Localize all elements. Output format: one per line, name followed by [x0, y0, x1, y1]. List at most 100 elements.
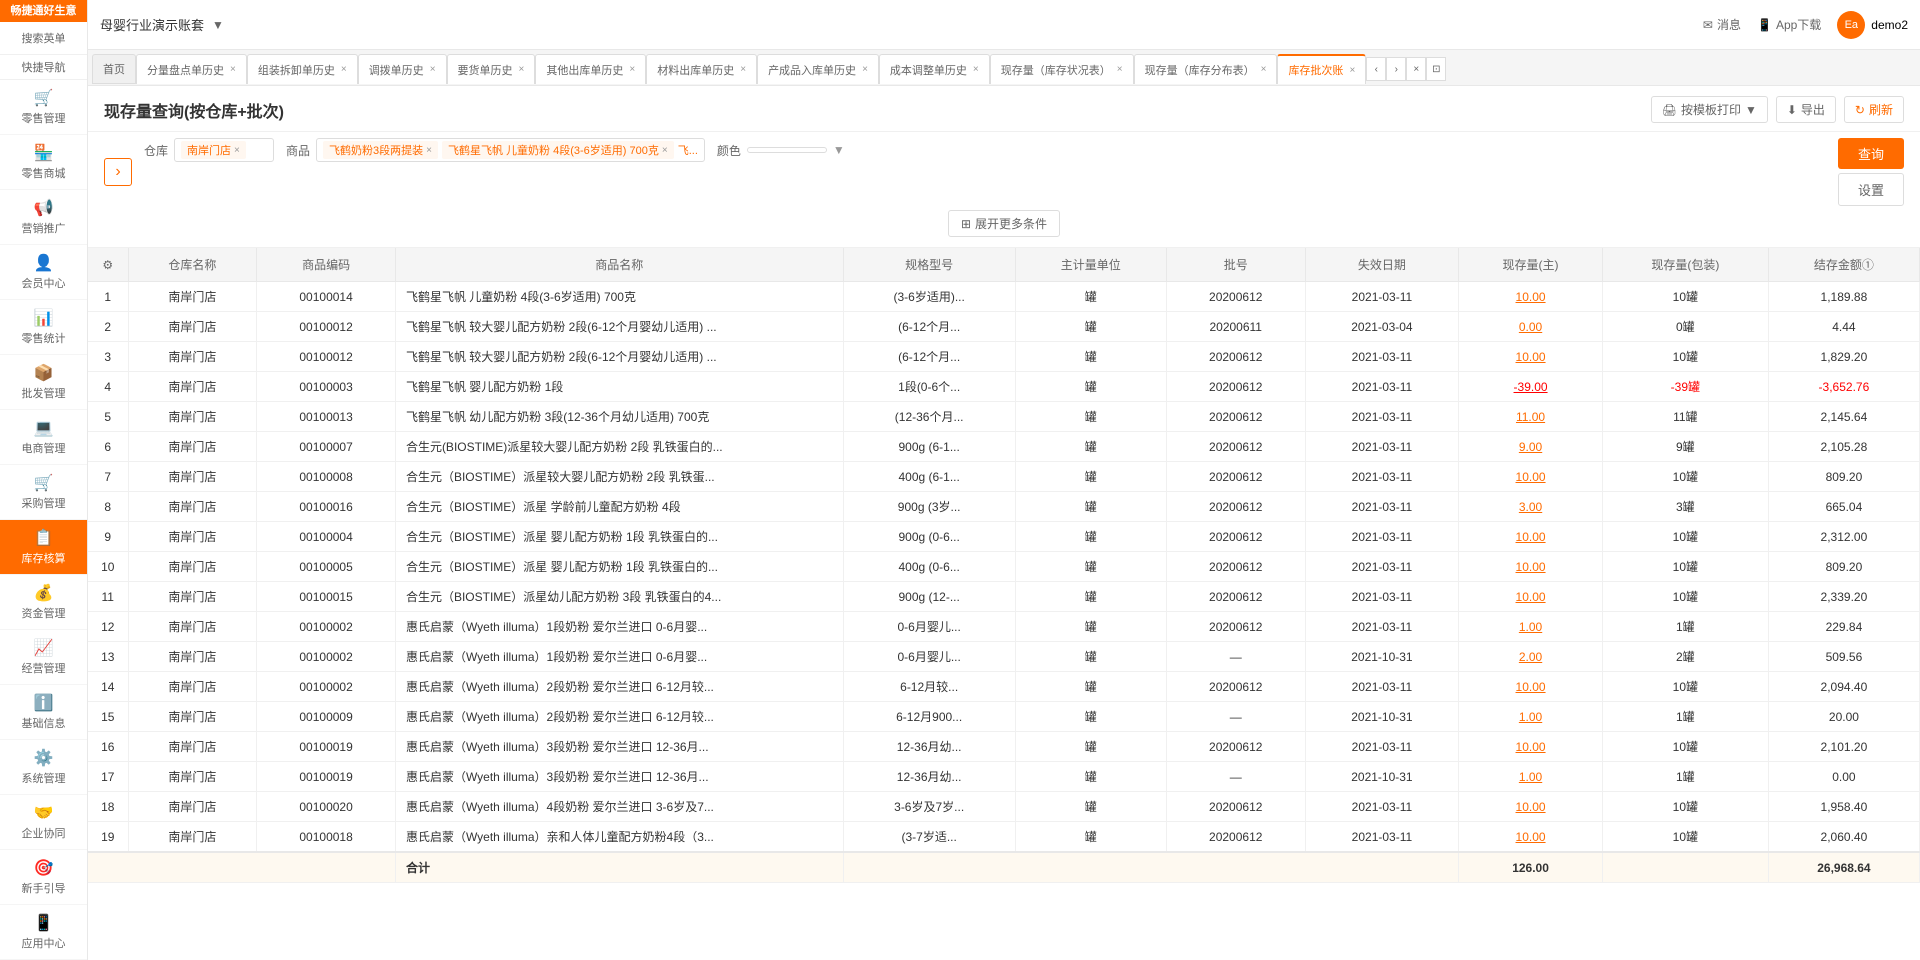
td-warehouse: 南岸门店 [128, 822, 257, 853]
footer-label: 合计 [395, 852, 843, 883]
sidebar-item-企业协同[interactable]: 🤝企业协同 [0, 795, 87, 850]
print-button[interactable]: 🖨 按模板打印 ▼ [1651, 96, 1768, 123]
tab-close-10[interactable]: × [1261, 64, 1267, 75]
sidebar-item-应用中心[interactable]: 📱应用中心 [0, 905, 87, 960]
tab-close-8[interactable]: × [973, 64, 979, 75]
tab-close-all[interactable]: × [1406, 57, 1426, 81]
td-idx: 8 [88, 492, 128, 522]
tab-7[interactable]: 产成品入库单历史× [757, 54, 879, 84]
td-expire: 2021-03-11 [1305, 612, 1459, 642]
td-qty-main[interactable]: 10.00 [1459, 282, 1603, 312]
tab-nav-right[interactable]: › [1386, 57, 1406, 81]
td-qty-main[interactable]: 9.00 [1459, 432, 1603, 462]
message-button[interactable]: ✉消息 [1703, 16, 1741, 33]
td-unit: 罐 [1015, 582, 1166, 612]
td-qty-main[interactable]: -39.00 [1459, 372, 1603, 402]
setting-button[interactable]: 设置 [1838, 173, 1904, 206]
sidebar-item-会员中心[interactable]: 👤会员中心 [0, 245, 87, 300]
tab-expand[interactable]: ⊡ [1426, 57, 1446, 81]
expand-more-button[interactable]: ⊞ 展开更多条件 [948, 210, 1060, 237]
warehouse-tags[interactable]: 南岸门店 × [174, 138, 274, 162]
app-download-button[interactable]: 📱App下载 [1757, 16, 1821, 33]
filter-expand-btn[interactable]: › [104, 158, 132, 186]
sidebar-item-新手引导[interactable]: 🎯新手引导 [0, 850, 87, 905]
tab-nav-left[interactable]: ‹ [1366, 57, 1386, 81]
tab-4[interactable]: 要货单历史× [447, 54, 536, 84]
td-code: 00100019 [257, 732, 396, 762]
tab-5[interactable]: 其他出库单历史× [535, 54, 646, 84]
td-amount: 809.20 [1768, 552, 1919, 582]
td-spec: 900g (12-... [843, 582, 1015, 612]
tab-10[interactable]: 现存量（库存分布表）× [1134, 54, 1278, 84]
color-tags[interactable] [747, 147, 827, 153]
sidebar-item-电商管理[interactable]: 💻电商管理 [0, 410, 87, 465]
product-tags-container[interactable]: 飞鹤奶粉3段两提装 × 飞鹤星飞帆 儿童奶粉 4段(3-6岁适用) 700克 ×… [316, 138, 705, 162]
product-tag-more[interactable]: 飞... [678, 142, 698, 158]
td-amount: 2,339.20 [1768, 582, 1919, 612]
sidebar-item-经营管理[interactable]: 📈经营管理 [0, 630, 87, 685]
tab-3[interactable]: 调拨单历史× [358, 54, 447, 84]
td-qty-main[interactable]: 10.00 [1459, 342, 1603, 372]
td-qty-main[interactable]: 10.00 [1459, 522, 1603, 552]
td-warehouse: 南岸门店 [128, 642, 257, 672]
tab-close-1[interactable]: × [230, 64, 236, 75]
td-qty-main[interactable]: 0.00 [1459, 312, 1603, 342]
td-qty-main[interactable]: 11.00 [1459, 402, 1603, 432]
sidebar-item-营销推广[interactable]: 📢营销推广 [0, 190, 87, 245]
td-idx: 13 [88, 642, 128, 672]
td-qty-main[interactable]: 10.00 [1459, 822, 1603, 853]
tab-2[interactable]: 组装拆卸单历史× [247, 54, 358, 84]
sidebar-icon-2: 📢 [34, 198, 54, 218]
topbar-dropdown[interactable]: ▼ [212, 18, 224, 32]
td-qty-main[interactable]: 3.00 [1459, 492, 1603, 522]
tab-11[interactable]: 库存批次账× [1277, 54, 1366, 84]
tab-close-9[interactable]: × [1117, 64, 1123, 75]
sidebar-item-库存核算[interactable]: 📋库存核算 [0, 520, 87, 575]
td-spec: 12-36月幼... [843, 732, 1015, 762]
export-button[interactable]: ⬇ 导出 [1776, 96, 1836, 123]
td-qty-main[interactable]: 10.00 [1459, 462, 1603, 492]
td-qty-main[interactable]: 2.00 [1459, 642, 1603, 672]
tab-9[interactable]: 现存量（库存状况表）× [990, 54, 1134, 84]
td-qty-pkg: 10罐 [1602, 282, 1768, 312]
product-tag-1-close[interactable]: × [426, 145, 432, 156]
product-tag-2-close[interactable]: × [662, 145, 668, 156]
sidebar-item-采购管理[interactable]: 🛒采购管理 [0, 465, 87, 520]
td-name: 合生元（BIOSTIME）派星较大婴儿配方奶粉 2段 乳铁蛋... [395, 462, 843, 492]
td-qty-main[interactable]: 1.00 [1459, 702, 1603, 732]
td-qty-main[interactable]: 10.00 [1459, 732, 1603, 762]
tab-1[interactable]: 分量盘点单历史× [136, 54, 247, 84]
tab-close-4[interactable]: × [519, 64, 525, 75]
sidebar-search-button[interactable]: 搜索英单 [0, 22, 87, 55]
sidebar-item-零售商城[interactable]: 🏪零售商城 [0, 135, 87, 190]
sidebar-item-系统管理[interactable]: ⚙️系统管理 [0, 740, 87, 795]
refresh-button[interactable]: ↻ 刷新 [1844, 96, 1904, 123]
tab-close-7[interactable]: × [862, 64, 868, 75]
warehouse-tag-close[interactable]: × [234, 145, 240, 156]
td-expire: 2021-03-11 [1305, 462, 1459, 492]
tab-8[interactable]: 成本调整单历史× [879, 54, 990, 84]
td-qty-main[interactable]: 1.00 [1459, 762, 1603, 792]
query-button[interactable]: 查询 [1838, 138, 1904, 169]
sidebar-item-零售管理[interactable]: 🛒零售管理 [0, 80, 87, 135]
sidebar-item-零售统计[interactable]: 📊零售统计 [0, 300, 87, 355]
tab-close-6[interactable]: × [740, 64, 746, 75]
td-qty-main[interactable]: 10.00 [1459, 672, 1603, 702]
color-dropdown-icon[interactable]: ▼ [833, 143, 845, 157]
td-batch: 20200612 [1166, 342, 1305, 372]
tab-close-11[interactable]: × [1349, 65, 1355, 76]
td-qty-main[interactable]: 10.00 [1459, 582, 1603, 612]
sidebar: 畅捷通好生意 搜索英单 快捷导航 🛒零售管理🏪零售商城📢营销推广👤会员中心📊零售… [0, 0, 88, 960]
sidebar-item-批发管理[interactable]: 📦批发管理 [0, 355, 87, 410]
sidebar-item-资金管理[interactable]: 💰资金管理 [0, 575, 87, 630]
tab-close-3[interactable]: × [430, 64, 436, 75]
tab-6[interactable]: 材料出库单历史× [646, 54, 757, 84]
tab-0[interactable]: 首页 [92, 54, 136, 84]
tab-close-5[interactable]: × [629, 64, 635, 75]
td-qty-main[interactable]: 10.00 [1459, 792, 1603, 822]
quick-nav-button[interactable]: 快捷导航 [0, 55, 87, 80]
td-qty-main[interactable]: 10.00 [1459, 552, 1603, 582]
sidebar-item-基础信息[interactable]: ℹ️基础信息 [0, 685, 87, 740]
tab-close-2[interactable]: × [341, 64, 347, 75]
td-qty-main[interactable]: 1.00 [1459, 612, 1603, 642]
